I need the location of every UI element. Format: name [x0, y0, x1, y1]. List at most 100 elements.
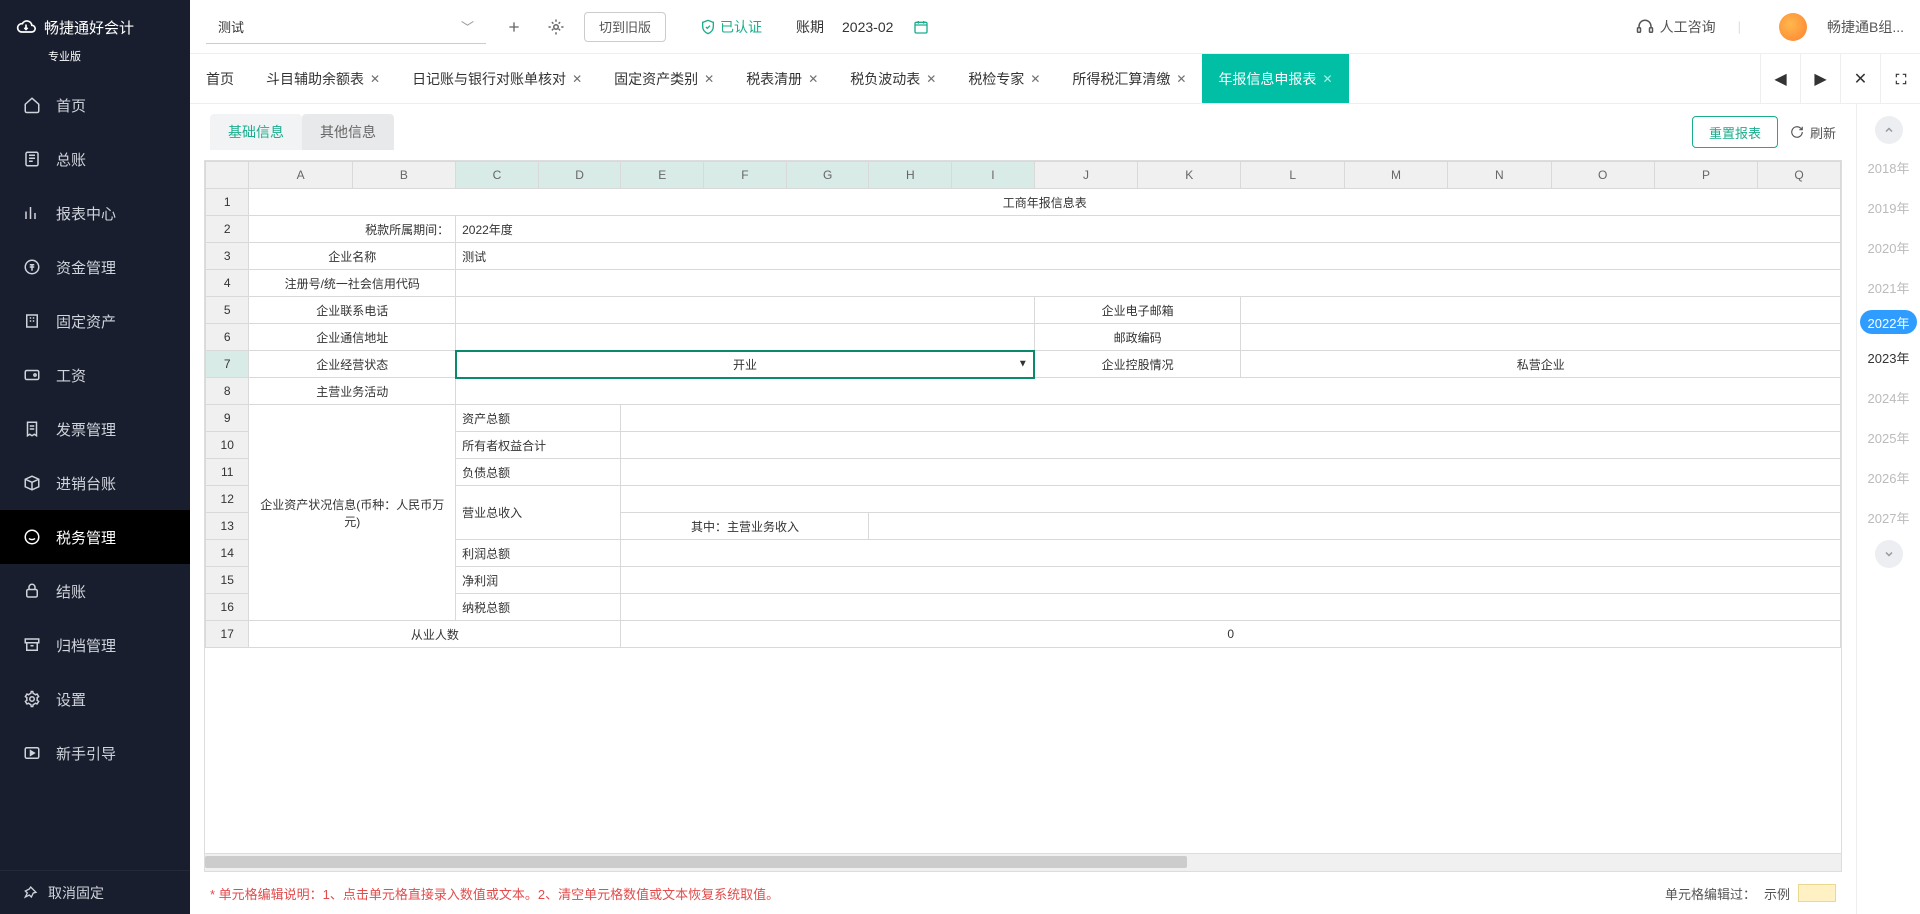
tab-tax-fluctuation[interactable]: 税负波动表✕ [834, 54, 952, 103]
col-P[interactable]: P [1654, 162, 1757, 189]
total-assets-value[interactable] [621, 405, 1841, 432]
main-biz-value[interactable] [456, 378, 1841, 405]
nav-ledger[interactable]: 总账 [0, 132, 190, 186]
switch-old-version-button[interactable]: 切到旧版 [584, 12, 666, 42]
nav-invoice[interactable]: 发票管理 [0, 402, 190, 456]
row-1[interactable]: 1 [206, 189, 249, 216]
col-J[interactable]: J [1034, 162, 1137, 189]
horizontal-scrollbar[interactable] [204, 854, 1842, 872]
year-2024[interactable]: 2024年 [1868, 380, 1910, 414]
close-icon[interactable]: ✕ [704, 72, 714, 86]
col-M[interactable]: M [1344, 162, 1447, 189]
row-9[interactable]: 9 [206, 405, 249, 432]
col-K[interactable]: K [1138, 162, 1241, 189]
row-3[interactable]: 3 [206, 243, 249, 270]
row-16[interactable]: 16 [206, 594, 249, 621]
tab-asset-category[interactable]: 固定资产类别✕ [598, 54, 730, 103]
profit-value[interactable] [621, 540, 1841, 567]
grid-container[interactable]: A B C D E F G H I J [204, 160, 1842, 854]
subtab-other[interactable]: 其他信息 [302, 114, 394, 150]
settings-button[interactable] [542, 13, 570, 41]
col-N[interactable]: N [1448, 162, 1551, 189]
reg-code-value[interactable] [456, 270, 1841, 297]
tab-fullscreen[interactable] [1880, 54, 1920, 103]
col-C[interactable]: C [456, 162, 539, 189]
nav-inventory[interactable]: 进销台账 [0, 456, 190, 510]
nav-tax[interactable]: 税务管理 [0, 510, 190, 564]
row-10[interactable]: 10 [206, 432, 249, 459]
status-value-dropdown[interactable]: 开业 [456, 351, 1035, 378]
col-B[interactable]: B [352, 162, 455, 189]
row-15[interactable]: 15 [206, 567, 249, 594]
postcode-value[interactable] [1241, 324, 1841, 351]
consult-button[interactable]: 人工咨询 [1636, 17, 1716, 37]
avatar[interactable] [1779, 13, 1807, 41]
tab-journal-bank[interactable]: 日记账与银行对账单核对✕ [396, 54, 598, 103]
col-O[interactable]: O [1551, 162, 1654, 189]
main-revenue-value[interactable] [869, 513, 1841, 540]
tab-annual-report[interactable]: 年报信息申报表✕ [1202, 54, 1348, 103]
row-2[interactable]: 2 [206, 216, 249, 243]
col-I[interactable]: I [952, 162, 1035, 189]
tab-aux-balance[interactable]: 斗目辅助余额表✕ [250, 54, 396, 103]
row-13[interactable]: 13 [206, 513, 249, 540]
col-F[interactable]: F [704, 162, 787, 189]
nav-funds[interactable]: 资金管理 [0, 240, 190, 294]
nav-archive[interactable]: 归档管理 [0, 618, 190, 672]
col-Q[interactable]: Q [1758, 162, 1841, 189]
close-icon[interactable]: ✕ [926, 72, 936, 86]
row-17[interactable]: 17 [206, 621, 249, 648]
employees-value[interactable]: 0 [621, 621, 1841, 648]
nav-settings[interactable]: 设置 [0, 672, 190, 726]
tab-income-tax[interactable]: 所得税汇算清缴✕ [1056, 54, 1202, 103]
tab-scroll-left[interactable]: ◀ [1760, 54, 1800, 103]
year-2021[interactable]: 2021年 [1868, 270, 1910, 304]
liabilities-value[interactable] [621, 459, 1841, 486]
year-scroll-down[interactable] [1875, 540, 1903, 568]
refresh-button[interactable]: 刷新 [1790, 123, 1836, 142]
year-2026[interactable]: 2026年 [1868, 460, 1910, 494]
tab-tax-expert[interactable]: 税检专家✕ [952, 54, 1056, 103]
nav-reports[interactable]: 报表中心 [0, 186, 190, 240]
row-11[interactable]: 11 [206, 459, 249, 486]
period-value-cell[interactable]: 2022年度 [456, 216, 1841, 243]
address-value[interactable] [456, 324, 1035, 351]
year-2019[interactable]: 2019年 [1868, 190, 1910, 224]
col-H[interactable]: H [869, 162, 952, 189]
col-L[interactable]: L [1241, 162, 1344, 189]
year-scroll-up[interactable] [1875, 116, 1903, 144]
year-2023[interactable]: 2023年 [1868, 340, 1910, 374]
year-2027[interactable]: 2027年 [1868, 500, 1910, 534]
row-5[interactable]: 5 [206, 297, 249, 324]
tab-tax-list[interactable]: 税表清册✕ [730, 54, 834, 103]
row-8[interactable]: 8 [206, 378, 249, 405]
col-G[interactable]: G [786, 162, 869, 189]
period-value[interactable]: 2023-02 [842, 19, 893, 35]
close-icon[interactable]: ✕ [1030, 72, 1040, 86]
close-icon[interactable]: ✕ [370, 72, 380, 86]
subtab-basic[interactable]: 基础信息 [210, 114, 302, 150]
nav-closing[interactable]: 结账 [0, 564, 190, 618]
year-2020[interactable]: 2020年 [1868, 230, 1910, 264]
phone-value[interactable] [456, 297, 1035, 324]
col-A[interactable]: A [249, 162, 352, 189]
email-value[interactable] [1241, 297, 1841, 324]
year-2025[interactable]: 2025年 [1868, 420, 1910, 454]
close-icon[interactable]: ✕ [1176, 72, 1186, 86]
user-name[interactable]: 畅捷通B组... [1827, 17, 1904, 37]
nav-salary[interactable]: 工资 [0, 348, 190, 402]
year-2018[interactable]: 2018年 [1868, 150, 1910, 184]
col-D[interactable]: D [538, 162, 621, 189]
close-icon[interactable]: ✕ [1322, 72, 1332, 86]
company-name-value[interactable]: 测试 [456, 243, 1841, 270]
tax-total-value[interactable] [621, 594, 1841, 621]
col-E[interactable]: E [621, 162, 704, 189]
sidebar-unpin[interactable]: 取消固定 [0, 870, 190, 914]
revenue-value[interactable] [621, 486, 1841, 513]
nav-assets[interactable]: 固定资产 [0, 294, 190, 348]
company-selector[interactable]: 测试 ﹀ [206, 10, 486, 44]
calendar-icon[interactable] [907, 13, 935, 41]
add-button[interactable] [500, 13, 528, 41]
close-icon[interactable]: ✕ [572, 72, 582, 86]
net-profit-value[interactable] [621, 567, 1841, 594]
